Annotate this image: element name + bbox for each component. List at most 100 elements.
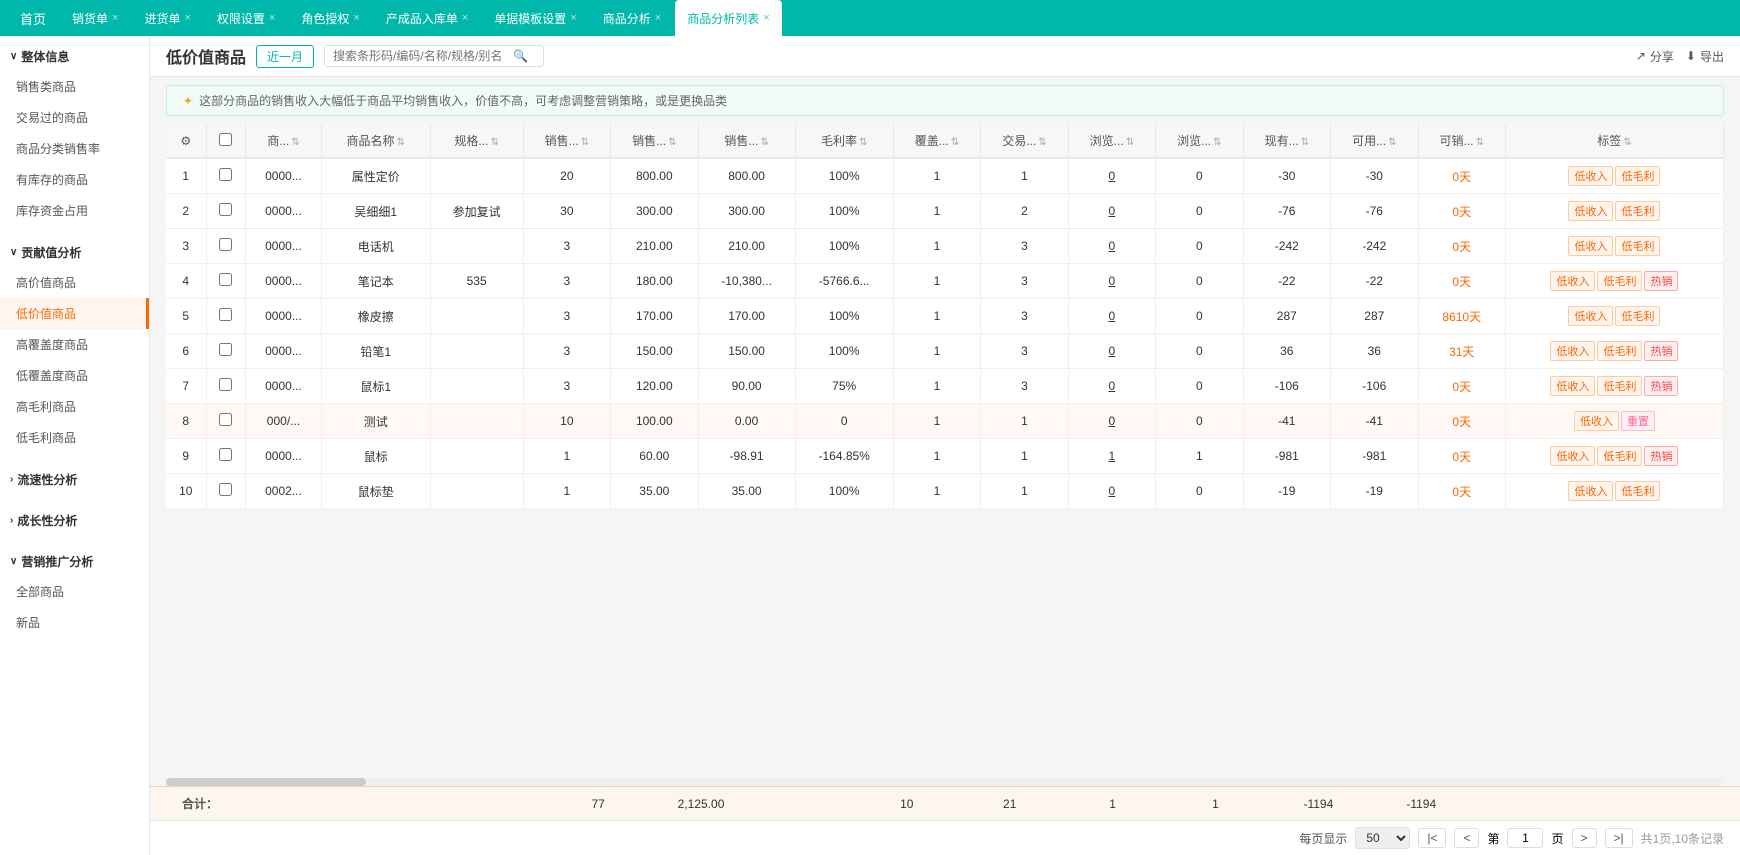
sidebar-item-stock-products[interactable]: 有库存的商品 bbox=[0, 164, 149, 195]
page-size-select[interactable]: 50 100 200 bbox=[1355, 827, 1410, 849]
sidebar-item-new-products[interactable]: 新品 bbox=[0, 607, 149, 638]
cell-browse1[interactable]: 0 bbox=[1068, 474, 1155, 509]
time-filter-button[interactable]: 近一月 bbox=[256, 45, 314, 68]
select-all-checkbox[interactable] bbox=[219, 133, 232, 146]
browse1-link[interactable]: 0 bbox=[1109, 344, 1116, 358]
row-checkbox[interactable] bbox=[219, 378, 232, 391]
col-tags[interactable]: 标签⇅ bbox=[1505, 124, 1723, 158]
col-cover[interactable]: 覆盖...⇅ bbox=[893, 124, 980, 158]
col-spec[interactable]: 规格...⇅ bbox=[430, 124, 523, 158]
last-page-button[interactable]: >| bbox=[1605, 828, 1633, 848]
browse1-link[interactable]: 0 bbox=[1109, 239, 1116, 253]
nav-products[interactable]: 产成品入库单 × bbox=[374, 0, 480, 36]
row-checkbox[interactable] bbox=[219, 273, 232, 286]
cell-browse1[interactable]: 0 bbox=[1068, 334, 1155, 369]
nav-analysis-list[interactable]: 商品分析列表 × bbox=[675, 0, 781, 36]
nav-products-close[interactable]: × bbox=[462, 12, 468, 24]
cell-browse1[interactable]: 0 bbox=[1068, 264, 1155, 299]
table-wrapper[interactable]: ⚙ 商...⇅ 商品名称⇅ 规格...⇅ 销售...⇅ 销售...⇅ 销售...… bbox=[150, 124, 1740, 778]
row-checkbox[interactable] bbox=[219, 203, 232, 216]
nav-roles[interactable]: 角色授权 × bbox=[289, 0, 371, 36]
nav-template-close[interactable]: × bbox=[570, 12, 576, 24]
col-stock2[interactable]: 可用...⇅ bbox=[1331, 124, 1418, 158]
browse1-link[interactable]: 0 bbox=[1109, 484, 1116, 498]
export-button[interactable]: ⬇ 导出 bbox=[1686, 48, 1724, 65]
scrollbar-thumb[interactable] bbox=[166, 778, 366, 786]
cell-checkbox[interactable] bbox=[206, 194, 246, 229]
sidebar-group-growth[interactable]: › 成长性分析 bbox=[0, 506, 149, 535]
nav-template[interactable]: 单据模板设置 × bbox=[482, 0, 588, 36]
sidebar-item-all-products[interactable]: 全部商品 bbox=[0, 576, 149, 607]
row-checkbox[interactable] bbox=[219, 168, 232, 181]
sidebar-item-high-margin[interactable]: 高毛利商品 bbox=[0, 391, 149, 422]
col-sale2[interactable]: 销售...⇅ bbox=[611, 124, 698, 158]
nav-purchase[interactable]: 进货单 × bbox=[132, 0, 202, 36]
row-checkbox[interactable] bbox=[219, 483, 232, 496]
sidebar-group-overall[interactable]: ∨ 整体信息 bbox=[0, 42, 149, 71]
row-checkbox[interactable] bbox=[219, 308, 232, 321]
cell-checkbox[interactable] bbox=[206, 369, 246, 404]
browse1-link[interactable]: 1 bbox=[1109, 449, 1116, 463]
col-days[interactable]: 可销...⇅ bbox=[1418, 124, 1505, 158]
cell-checkbox[interactable] bbox=[206, 299, 246, 334]
col-trade[interactable]: 交易...⇅ bbox=[981, 124, 1068, 158]
cell-browse1[interactable]: 1 bbox=[1068, 439, 1155, 474]
cell-checkbox[interactable] bbox=[206, 474, 246, 509]
row-checkbox[interactable] bbox=[219, 413, 232, 426]
cell-checkbox[interactable] bbox=[206, 264, 246, 299]
sidebar-item-high-value[interactable]: 高价值商品 bbox=[0, 267, 149, 298]
sidebar-item-capital[interactable]: 库存资金占用 bbox=[0, 195, 149, 226]
cell-browse1[interactable]: 0 bbox=[1068, 369, 1155, 404]
first-page-button[interactable]: |< bbox=[1418, 828, 1446, 848]
sidebar-item-low-coverage[interactable]: 低覆盖度商品 bbox=[0, 360, 149, 391]
sidebar-group-contribution[interactable]: ∨ 贡献值分析 bbox=[0, 238, 149, 267]
cell-checkbox[interactable] bbox=[206, 334, 246, 369]
search-input[interactable] bbox=[333, 49, 513, 63]
nav-analysis-close[interactable]: × bbox=[655, 12, 661, 24]
horizontal-scrollbar[interactable] bbox=[166, 778, 1724, 786]
browse1-link[interactable]: 0 bbox=[1109, 414, 1116, 428]
col-gross[interactable]: 毛利率⇅ bbox=[795, 124, 893, 158]
col-code[interactable]: 商...⇅ bbox=[246, 124, 322, 158]
nav-analysis-list-close[interactable]: × bbox=[763, 12, 769, 24]
col-browse2[interactable]: 浏览...⇅ bbox=[1156, 124, 1243, 158]
cell-checkbox[interactable] bbox=[206, 404, 246, 439]
browse1-link[interactable]: 0 bbox=[1109, 274, 1116, 288]
sidebar-group-flow[interactable]: › 流速性分析 bbox=[0, 465, 149, 494]
cell-checkbox[interactable] bbox=[206, 229, 246, 264]
nav-home[interactable]: 首页 bbox=[8, 0, 58, 36]
col-checkbox[interactable] bbox=[206, 124, 246, 158]
col-gear[interactable]: ⚙ bbox=[166, 124, 206, 158]
col-stock1[interactable]: 现有...⇅ bbox=[1243, 124, 1330, 158]
sidebar-item-traded-products[interactable]: 交易过的商品 bbox=[0, 102, 149, 133]
sidebar-item-high-coverage[interactable]: 高覆盖度商品 bbox=[0, 329, 149, 360]
share-button[interactable]: ↗ 分享 bbox=[1636, 48, 1674, 65]
nav-roles-close[interactable]: × bbox=[353, 12, 359, 24]
row-checkbox[interactable] bbox=[219, 343, 232, 356]
cell-checkbox[interactable] bbox=[206, 158, 246, 194]
col-sale1[interactable]: 销售...⇅ bbox=[523, 124, 610, 158]
prev-page-button[interactable]: < bbox=[1454, 828, 1479, 848]
row-checkbox[interactable] bbox=[219, 238, 232, 251]
nav-permissions[interactable]: 权限设置 × bbox=[205, 0, 287, 36]
browse1-link[interactable]: 0 bbox=[1109, 204, 1116, 218]
cell-browse1[interactable]: 0 bbox=[1068, 404, 1155, 439]
sidebar-item-low-margin[interactable]: 低毛利商品 bbox=[0, 422, 149, 453]
cell-browse1[interactable]: 0 bbox=[1068, 194, 1155, 229]
browse1-link[interactable]: 0 bbox=[1109, 309, 1116, 323]
browse1-link[interactable]: 0 bbox=[1109, 379, 1116, 393]
sidebar-item-category-sales[interactable]: 商品分类销售率 bbox=[0, 133, 149, 164]
cell-browse1[interactable]: 0 bbox=[1068, 158, 1155, 194]
nav-sales-close[interactable]: × bbox=[112, 12, 118, 24]
search-icon[interactable]: 🔍 bbox=[513, 49, 528, 63]
col-browse1[interactable]: 浏览...⇅ bbox=[1068, 124, 1155, 158]
cell-browse1[interactable]: 0 bbox=[1068, 299, 1155, 334]
sidebar-group-marketing[interactable]: ∨ 营销推广分析 bbox=[0, 547, 149, 576]
nav-analysis[interactable]: 商品分析 × bbox=[591, 0, 673, 36]
next-page-button[interactable]: > bbox=[1572, 828, 1597, 848]
nav-purchase-close[interactable]: × bbox=[184, 12, 190, 24]
sidebar-item-sales-products[interactable]: 销售类商品 bbox=[0, 71, 149, 102]
cell-browse1[interactable]: 0 bbox=[1068, 229, 1155, 264]
browse1-link[interactable]: 0 bbox=[1109, 169, 1116, 183]
nav-permissions-close[interactable]: × bbox=[269, 12, 275, 24]
